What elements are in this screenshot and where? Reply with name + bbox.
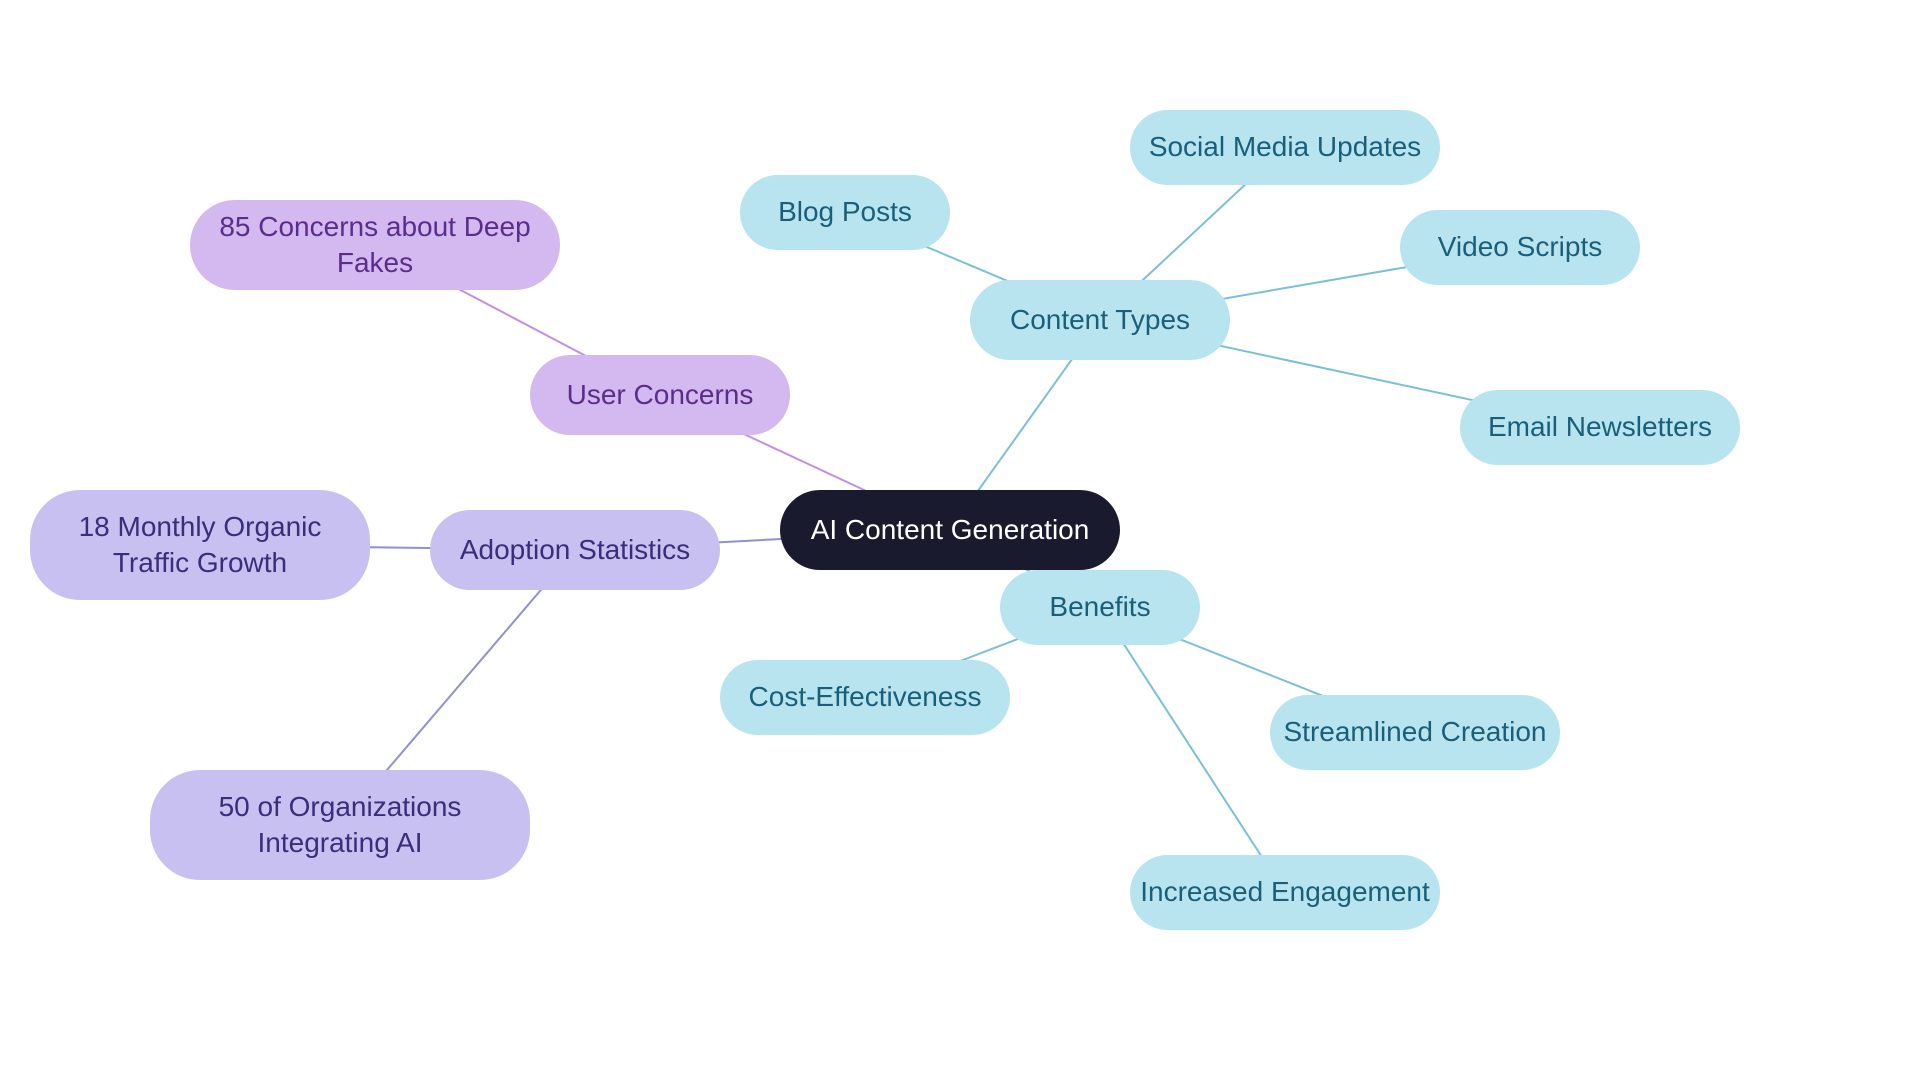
node-label-cost-effectiveness: Cost-Effectiveness xyxy=(741,679,990,715)
node-cost-effectiveness[interactable]: Cost-Effectiveness xyxy=(720,660,1010,735)
node-label-content-types: Content Types xyxy=(1002,302,1198,338)
node-label-organic-traffic: 18 Monthly Organic Traffic Growth xyxy=(30,509,370,582)
node-benefits[interactable]: Benefits xyxy=(1000,570,1200,645)
node-label-social-media: Social Media Updates xyxy=(1141,129,1429,165)
node-label-user-concerns: User Concerns xyxy=(559,377,762,413)
mindmap-canvas: AI Content Generation Content Types Social… xyxy=(0,0,1920,1083)
node-label-organizations: 50 of Organizations Integrating AI xyxy=(150,789,530,862)
node-streamlined-creation[interactable]: Streamlined Creation xyxy=(1270,695,1560,770)
node-label-blog-posts: Blog Posts xyxy=(770,194,920,230)
node-increased-engagement[interactable]: Increased Engagement xyxy=(1130,855,1440,930)
node-user-concerns[interactable]: User Concerns xyxy=(530,355,790,435)
node-label-email-newsletters: Email Newsletters xyxy=(1480,409,1720,445)
node-blog-posts[interactable]: Blog Posts xyxy=(740,175,950,250)
central-node-label: AI Content Generation xyxy=(803,512,1098,548)
node-label-benefits: Benefits xyxy=(1041,589,1158,625)
node-content-types[interactable]: Content Types xyxy=(970,280,1230,360)
node-organizations[interactable]: 50 of Organizations Integrating AI xyxy=(150,770,530,880)
node-label-increased-engagement: Increased Engagement xyxy=(1132,874,1438,910)
node-video-scripts[interactable]: Video Scripts xyxy=(1400,210,1640,285)
node-adoption-stats[interactable]: Adoption Statistics xyxy=(430,510,720,590)
node-label-video-scripts: Video Scripts xyxy=(1430,229,1610,265)
node-organic-traffic[interactable]: 18 Monthly Organic Traffic Growth xyxy=(30,490,370,600)
node-label-deep-fakes: 85 Concerns about Deep Fakes xyxy=(190,209,560,282)
central-node[interactable]: AI Content Generation xyxy=(780,490,1120,570)
node-social-media[interactable]: Social Media Updates xyxy=(1130,110,1440,185)
node-deep-fakes[interactable]: 85 Concerns about Deep Fakes xyxy=(190,200,560,290)
node-label-streamlined-creation: Streamlined Creation xyxy=(1275,714,1554,750)
node-email-newsletters[interactable]: Email Newsletters xyxy=(1460,390,1740,465)
node-label-adoption-stats: Adoption Statistics xyxy=(452,532,698,568)
